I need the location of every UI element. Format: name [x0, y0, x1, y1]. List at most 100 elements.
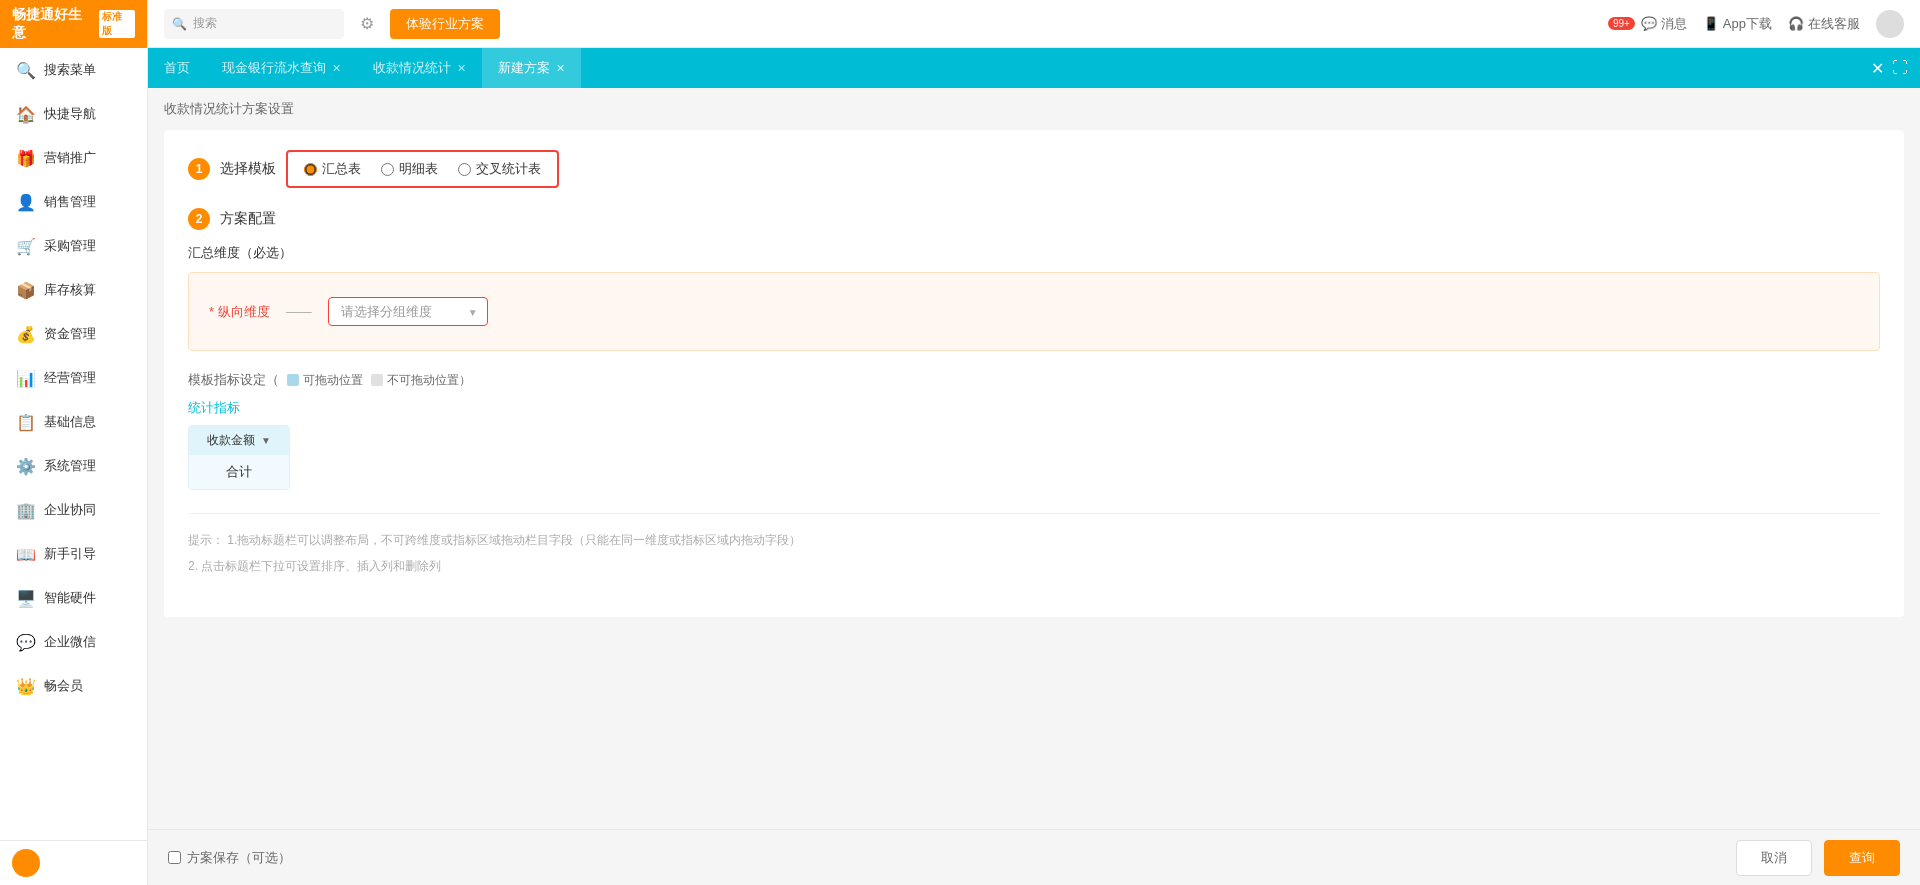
dimension-row: * 纵向维度 —— 请选择分组维度 [209, 297, 1859, 326]
topbar-right: 99+ 💬 消息 📱 App下载 🎧 在线客服 [1608, 10, 1904, 38]
sidebar-item-inventory[interactable]: 📦 库存核算 [0, 268, 147, 312]
sidebar-icon-enterprise: 🏢 [16, 501, 36, 520]
footer: 方案保存（可选） 取消 查询 [148, 829, 1920, 885]
tab-bank-flow[interactable]: 现金银行流水查询 ✕ [206, 48, 357, 88]
movable-label: 可拖动位置 [303, 372, 363, 389]
dimension-select-wrap: 请选择分组维度 [328, 297, 488, 326]
edition-badge: 标准版 [99, 10, 135, 38]
metrics-table: 收款金额 ▼ 合计 [188, 425, 290, 490]
sidebar-label-wechat: 企业微信 [44, 633, 96, 651]
sidebar-bottom [0, 840, 147, 885]
step2-badge: 2 [188, 208, 210, 230]
sidebar-item-fund[interactable]: 💰 资金管理 [0, 312, 147, 356]
metrics-section-label: 统计指标 [188, 399, 1880, 417]
maximize-icon[interactable]: ⛶ [1892, 59, 1908, 78]
radio-summary[interactable]: 汇总表 [304, 160, 361, 178]
query-button[interactable]: 查询 [1824, 840, 1900, 876]
sidebar-item-purchase[interactable]: 🛒 采购管理 [0, 224, 147, 268]
close-window-icon[interactable]: ✕ [1871, 59, 1884, 78]
step2-title: 方案配置 [220, 210, 276, 228]
sidebar-item-hardware[interactable]: 🖥️ 智能硬件 [0, 576, 147, 620]
sidebar-label-enterprise: 企业协同 [44, 501, 96, 519]
sidebar-item-member[interactable]: 👑 畅会员 [0, 664, 147, 708]
tab-close-bank-flow[interactable]: ✕ [332, 62, 341, 75]
sidebar-label-quick-nav: 快捷导航 [44, 105, 96, 123]
sidebar-item-enterprise[interactable]: 🏢 企业协同 [0, 488, 147, 532]
sidebar-icon-quick-nav: 🏠 [16, 105, 36, 124]
online-service-button[interactable]: 🎧 在线客服 [1788, 15, 1860, 33]
step1-badge: 1 [188, 158, 210, 180]
step1-title: 选择模板 [220, 160, 276, 178]
logo-text: 畅捷通好生意 [12, 6, 95, 42]
online-service-label: 在线客服 [1808, 15, 1860, 33]
notification-button[interactable]: 99+ 💬 消息 [1608, 15, 1687, 33]
sidebar-label-basic-info: 基础信息 [44, 413, 96, 431]
sidebar-item-basic-info[interactable]: 📋 基础信息 [0, 400, 147, 444]
sidebar-label-sales: 销售管理 [44, 193, 96, 211]
step1-section: 1 选择模板 汇总表 明细表 交叉统计表 [188, 150, 1880, 188]
industry-plan-button[interactable]: 体验行业方案 [390, 9, 500, 39]
sidebar-icon-member: 👑 [16, 677, 36, 696]
sidebar-label-search-menu: 搜索菜单 [44, 61, 96, 79]
radio-detail[interactable]: 明细表 [381, 160, 438, 178]
sidebar-icon-system: ⚙️ [16, 457, 36, 476]
vertical-dimension-label: * 纵向维度 [209, 303, 270, 321]
sidebar-item-guide[interactable]: 📖 新手引导 [0, 532, 147, 576]
save-checkbox[interactable] [168, 851, 181, 864]
notification-icon: 💬 [1641, 16, 1657, 31]
sidebar-logo: 畅捷通好生意 标准版 [0, 0, 147, 48]
dimension-select[interactable]: 请选择分组维度 [328, 297, 488, 326]
radio-cross[interactable]: 交叉统计表 [458, 160, 541, 178]
search-icon: 🔍 [172, 17, 187, 31]
topbar-search-box[interactable]: 🔍 搜索 [164, 9, 344, 39]
sidebar-icon-basic-info: 📋 [16, 413, 36, 432]
sidebar-icon-guide: 📖 [16, 545, 36, 564]
sidebar-item-system[interactable]: ⚙️ 系统管理 [0, 444, 147, 488]
tab-collection-stats[interactable]: 收款情况统计✕ [357, 48, 482, 88]
tab-new-plan[interactable]: 新建方案 ✕ [482, 48, 581, 88]
sidebar-label-system: 系统管理 [44, 457, 96, 475]
app-download-button[interactable]: 📱 App下载 [1703, 15, 1772, 33]
tab-close-collection-stats[interactable]: ✕ [457, 62, 466, 75]
sidebar-item-operation[interactable]: 📊 经营管理 [0, 356, 147, 400]
sidebar-item-wechat[interactable]: 💬 企业微信 [0, 620, 147, 664]
tab-label-new-plan: 新建方案 [498, 59, 550, 77]
radio-summary-input[interactable] [304, 163, 317, 176]
sidebar-item-quick-nav[interactable]: 🏠 快捷导航 [0, 92, 147, 136]
radio-detail-input[interactable] [381, 163, 394, 176]
dimension-arrow: —— [286, 304, 312, 319]
notification-badge: 99+ [1608, 17, 1635, 30]
sidebar-label-guide: 新手引导 [44, 545, 96, 563]
page-title: 收款情况统计方案设置 [164, 100, 1904, 118]
radio-detail-label: 明细表 [399, 160, 438, 178]
sidebar: 畅捷通好生意 标准版 🔍 搜索菜单 🏠 快捷导航 🎁 营销推广 👤 销售管理 🛒… [0, 0, 148, 885]
user-avatar-topbar[interactable] [1876, 10, 1904, 38]
notification-label: 消息 [1661, 15, 1687, 33]
tab-label-home: 首页 [164, 59, 190, 77]
main-area: 🔍 搜索 ⚙ 体验行业方案 99+ 💬 消息 📱 App下载 🎧 在线客服 首页… [148, 0, 1920, 885]
tab-bar: 首页现金银行流水查询✕收款情况统计✕新建方案✕ ✕ ⛶ [148, 48, 1920, 88]
tab-home[interactable]: 首页 [148, 48, 206, 88]
sidebar-label-hardware: 智能硬件 [44, 589, 96, 607]
radio-cross-input[interactable] [458, 163, 471, 176]
sidebar-item-sales[interactable]: 👤 销售管理 [0, 180, 147, 224]
non-movable-dot-icon [371, 374, 383, 386]
tab-close-new-plan[interactable]: ✕ [556, 62, 565, 75]
tab-label-bank-flow: 现金银行流水查询 [222, 59, 326, 77]
sidebar-icon-fund: 💰 [16, 325, 36, 344]
movable-badge: 可拖动位置 [287, 372, 363, 389]
sidebar-label-marketing: 营销推广 [44, 149, 96, 167]
settings-gear-icon[interactable]: ⚙ [360, 14, 374, 33]
metrics-setting-label: 模板指标设定（ [188, 371, 279, 389]
sidebar-icon-hardware: 🖥️ [16, 589, 36, 608]
metrics-col-label: 收款金额 [207, 432, 255, 449]
hint-1: 提示： 1.拖动标题栏可以调整布局，不可跨维度或指标区域拖动栏目字段（只能在同一… [188, 530, 1880, 552]
cancel-button[interactable]: 取消 [1736, 840, 1812, 876]
settings-card: 1 选择模板 汇总表 明细表 交叉统计表 [164, 130, 1904, 617]
template-radio-group: 汇总表 明细表 交叉统计表 [286, 150, 559, 188]
sidebar-item-marketing[interactable]: 🎁 营销推广 [0, 136, 147, 180]
metrics-col-header[interactable]: 收款金额 ▼ [189, 426, 289, 455]
chevron-down-icon: ▼ [261, 435, 271, 446]
sidebar-icon-operation: 📊 [16, 369, 36, 388]
sidebar-item-search-menu[interactable]: 🔍 搜索菜单 [0, 48, 147, 92]
